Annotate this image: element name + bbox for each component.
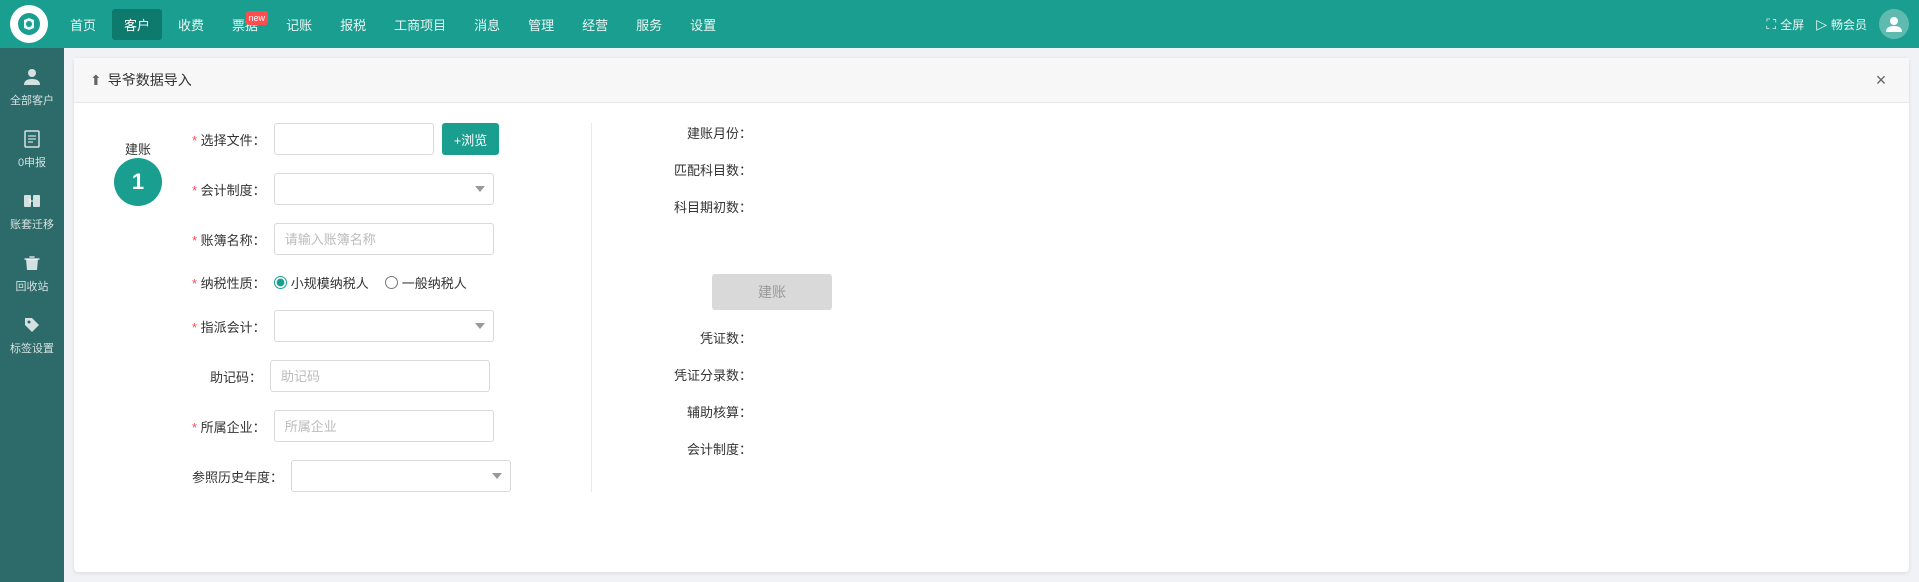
tag-icon	[21, 314, 43, 336]
layout: 全部客户 0申报 账套迁移	[0, 48, 1919, 582]
company-input[interactable]	[274, 410, 494, 442]
nav-operation[interactable]: 经营	[570, 9, 620, 40]
fullscreen-btn[interactable]: ⛶ 全屏	[1766, 16, 1804, 33]
right-accounting-system-label: 会计制度：	[672, 439, 752, 458]
panel-title: ⬆ 导爷数据导入	[90, 70, 192, 90]
user-icon	[21, 66, 43, 88]
accounting-system-row: 会计制度：	[192, 173, 511, 205]
company-label: 所属企业：	[192, 417, 266, 436]
ledger-name-input[interactable]	[274, 223, 494, 255]
nav-items: 首页 客户 收费 票据 new 记账 报税 工商项目 消息 管理 经营 服务 设…	[58, 9, 1766, 40]
initial-value-row: 科目期初数：	[672, 197, 872, 216]
nav-tax[interactable]: 报税	[328, 9, 378, 40]
browse-button[interactable]: +浏览	[442, 123, 500, 155]
sidebar-item-migrate[interactable]: 账套迁移	[4, 182, 60, 240]
sidebar-item-tag-settings[interactable]: 标签设置	[4, 306, 60, 364]
main-panel: ⬆ 导爷数据导入 × 建账 1 选择文件	[74, 58, 1909, 572]
sidebar-item-zero-report[interactable]: 0申报	[4, 120, 60, 178]
invoice-badge: new	[246, 11, 269, 25]
file-input[interactable]	[274, 123, 434, 155]
nav-message[interactable]: 消息	[462, 9, 512, 40]
history-year-label: 参照历史年度：	[192, 467, 283, 486]
ledger-name-label: 账簿名称：	[192, 230, 266, 249]
nav-business[interactable]: 工商项目	[382, 9, 458, 40]
general-taxpayer-option[interactable]: 一般纳税人	[385, 273, 467, 292]
history-year-select[interactable]	[291, 460, 511, 492]
nav-settings[interactable]: 设置	[678, 9, 728, 40]
ledger-name-row: 账簿名称：	[192, 223, 511, 255]
step-prefix-label: 建账	[125, 139, 151, 158]
tax-type-label: 纳税性质：	[192, 273, 266, 292]
initial-value-label: 科目期初数：	[672, 197, 752, 216]
sidebar: 全部客户 0申报 账套迁移	[0, 48, 64, 582]
memo-input[interactable]	[270, 360, 490, 392]
user-avatar[interactable]	[1879, 9, 1909, 39]
form-divider	[591, 123, 592, 492]
tax-type-row: 纳税性质： 小规模纳税人 一般纳税人	[192, 273, 511, 292]
file-label: 选择文件：	[192, 130, 266, 149]
main-content: ⬆ 导爷数据导入 × 建账 1 选择文件	[64, 48, 1919, 582]
panel-header: ⬆ 导爷数据导入 ×	[74, 58, 1909, 103]
match-subjects-label: 匹配科目数：	[672, 160, 752, 179]
form-area: 建账 1 选择文件： +浏览	[74, 103, 1909, 512]
nav-right: ⛶ 全屏 ▷ 畅会员	[1766, 9, 1909, 39]
sidebar-item-recycle[interactable]: 回收站	[4, 244, 60, 302]
form-left: 选择文件： +浏览 会计制度：	[192, 123, 511, 492]
top-nav: 首页 客户 收费 票据 new 记账 报税 工商项目 消息 管理 经营 服务 设…	[0, 0, 1919, 48]
accountant-select[interactable]	[274, 310, 494, 342]
import-icon: ⬆	[90, 72, 102, 89]
auxiliary-row: 辅助核算：	[672, 402, 872, 421]
history-year-row: 参照历史年度：	[192, 460, 511, 492]
nav-invoice[interactable]: 票据 new	[220, 9, 270, 40]
voucher-count-row: 凭证数：	[672, 328, 872, 347]
nav-home[interactable]: 首页	[58, 9, 108, 40]
report-icon	[21, 128, 43, 150]
voucher-entry-row: 凭证分录数：	[672, 365, 872, 384]
match-subjects-row: 匹配科目数：	[672, 160, 872, 179]
file-row: 选择文件： +浏览	[192, 123, 511, 155]
nav-bookkeeping[interactable]: 记账	[274, 9, 324, 40]
accountant-row: 指派会计：	[192, 310, 511, 342]
migrate-icon	[21, 190, 43, 212]
memo-label: 助记码：	[192, 367, 262, 386]
step-section: 建账 1	[114, 123, 162, 492]
tax-type-radio-group: 小规模纳税人 一般纳税人	[274, 273, 467, 292]
nav-service[interactable]: 服务	[624, 9, 674, 40]
voucher-entry-label: 凭证分录数：	[672, 365, 752, 384]
month-row: 建账月份：	[672, 123, 872, 142]
accountant-label: 指派会计：	[192, 317, 266, 336]
vip-btn[interactable]: ▷ 畅会员	[1816, 16, 1867, 33]
form-right: 建账月份： 匹配科目数： 科目期初数： 建账 凭证数：	[672, 123, 872, 492]
trash-icon	[21, 252, 43, 274]
small-taxpayer-option[interactable]: 小规模纳税人	[274, 273, 369, 292]
app-logo	[10, 5, 48, 43]
build-button[interactable]: 建账	[712, 274, 832, 310]
nav-fee[interactable]: 收费	[166, 9, 216, 40]
month-label: 建账月份：	[672, 123, 752, 142]
nav-manage[interactable]: 管理	[516, 9, 566, 40]
sidebar-item-all-customers[interactable]: 全部客户	[4, 58, 60, 116]
step-circle: 1	[114, 158, 162, 206]
memo-row: 助记码：	[192, 360, 511, 392]
company-row: 所属企业：	[192, 410, 511, 442]
close-button[interactable]: ×	[1869, 68, 1893, 92]
accounting-system-label: 会计制度：	[192, 180, 266, 199]
right-accounting-system-row: 会计制度：	[672, 439, 872, 458]
form-columns: 选择文件： +浏览 会计制度：	[192, 123, 1869, 492]
voucher-count-label: 凭证数：	[672, 328, 752, 347]
auxiliary-label: 辅助核算：	[672, 402, 752, 421]
accounting-system-select[interactable]	[274, 173, 494, 205]
nav-customer[interactable]: 客户	[112, 9, 162, 40]
